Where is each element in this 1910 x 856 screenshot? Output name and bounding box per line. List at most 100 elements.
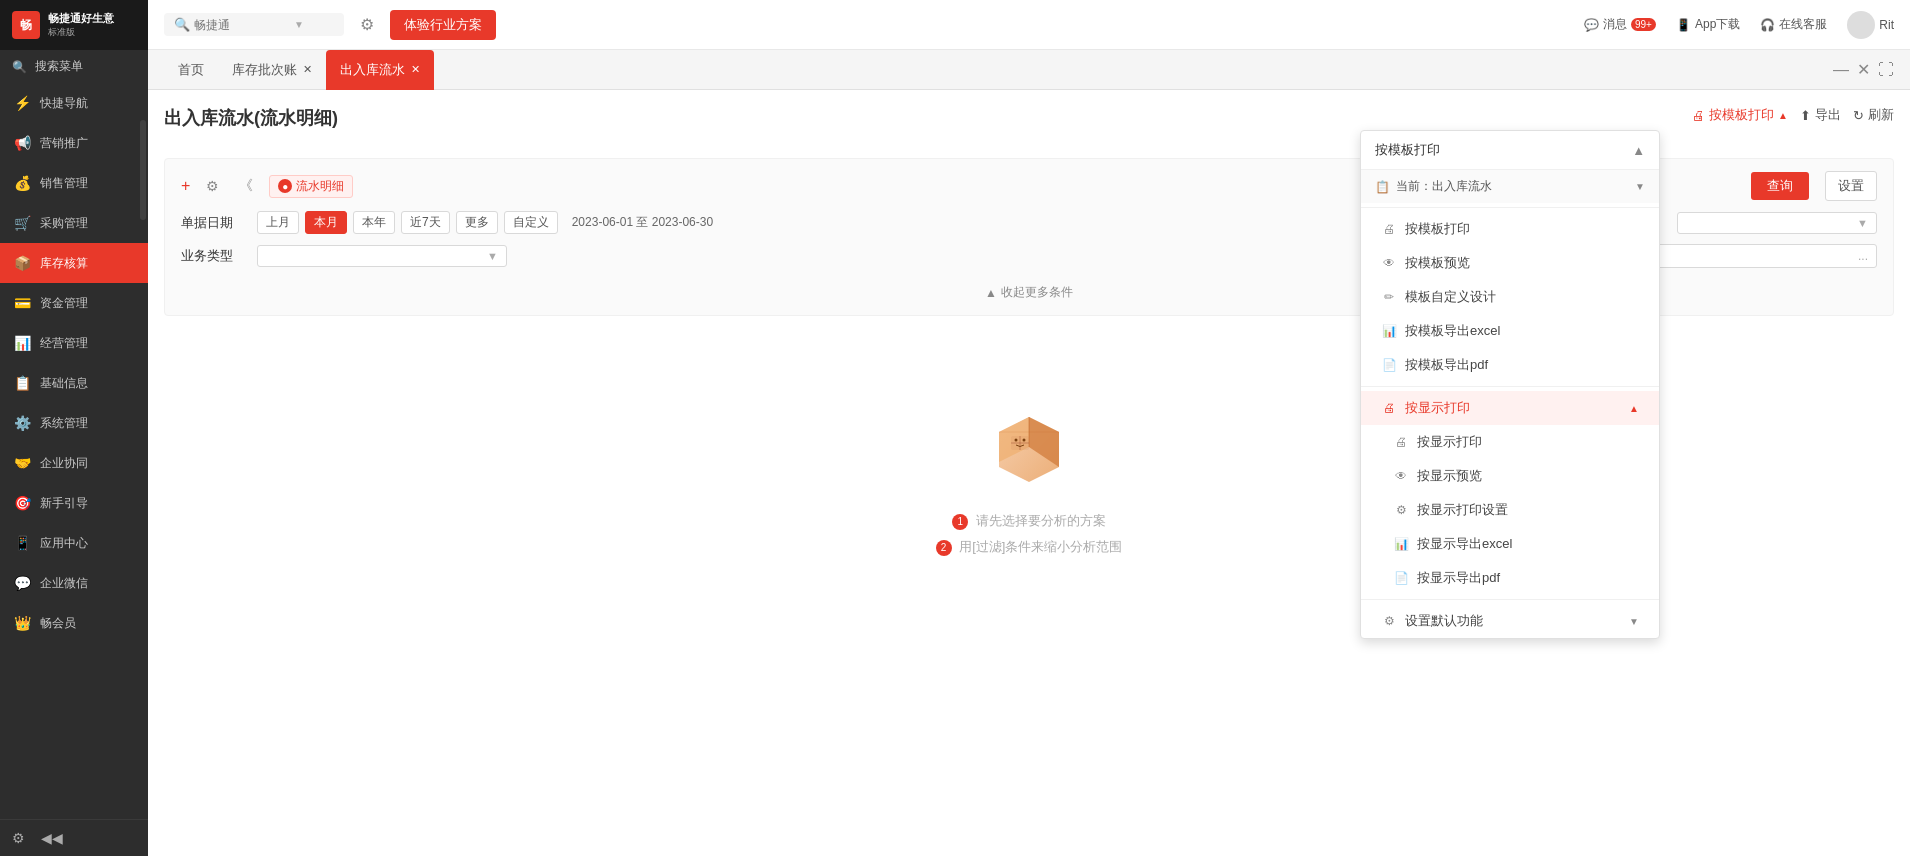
date-range-display: 2023-06-01 至 2023-06-30 — [572, 214, 713, 231]
sidebar-item-operation[interactable]: 📊 经营管理 — [0, 323, 148, 363]
message-button[interactable]: 💬 消息 99+ — [1584, 16, 1656, 33]
sidebar-item-inventory[interactable]: 📦 库存核算 — [0, 243, 148, 283]
filter-collapse-button[interactable]: 《 — [239, 177, 253, 195]
business-type-select[interactable]: ▼ — [257, 245, 507, 267]
sidebar-item-basic-info[interactable]: 📋 基础信息 — [0, 363, 148, 403]
sidebar: 畅 畅捷通好生意 标准版 🔍 搜索菜单 ⚡ 快捷导航 📢 营销推广 💰 销售管理… — [0, 0, 148, 856]
tab-home[interactable]: 首页 — [164, 50, 218, 90]
quick-nav-icon: ⚡ — [12, 93, 32, 113]
online-service-button[interactable]: 🎧 在线客服 — [1760, 16, 1827, 33]
search-menu-item[interactable]: 🔍 搜索菜单 — [0, 50, 148, 83]
dropdown-item-template-custom[interactable]: ✏ 模板自定义设计 — [1361, 280, 1659, 314]
guide-icon: 🎯 — [12, 493, 32, 513]
message-badge: 99+ — [1631, 18, 1656, 31]
header-search-box[interactable]: 🔍 ▼ — [164, 13, 344, 36]
close-inventory-batch-tab[interactable]: ✕ — [303, 63, 312, 76]
dropdown-item-template-print[interactable]: 🖨 按模板打印 — [1361, 212, 1659, 246]
dropdown-item-display-pdf[interactable]: 📄 按显示导出pdf — [1361, 561, 1659, 595]
dropdown-close-icon[interactable]: ▲ — [1632, 143, 1645, 158]
date-btn-custom[interactable]: 自定义 — [504, 211, 558, 234]
export-icon: ⬆ — [1800, 108, 1811, 123]
date-btn-this-year[interactable]: 本年 — [353, 211, 395, 234]
close-window-icon[interactable]: ✕ — [1857, 60, 1870, 79]
member-icon: 👑 — [12, 613, 32, 633]
basic-info-icon: 📋 — [12, 373, 32, 393]
maximize-window-icon[interactable]: ⛶ — [1878, 61, 1894, 79]
sidebar-item-marketing[interactable]: 📢 营销推广 — [0, 123, 148, 163]
sidebar-item-system[interactable]: ⚙️ 系统管理 — [0, 403, 148, 443]
purchase-icon: 🛒 — [12, 213, 32, 233]
app-download-button[interactable]: 📱 App下载 — [1676, 16, 1740, 33]
display-preview-icon: 👁 — [1393, 468, 1409, 484]
sidebar-item-finance[interactable]: 💳 资金管理 — [0, 283, 148, 323]
settings-icon[interactable]: ⚙ — [12, 830, 25, 846]
date-btn-more[interactable]: 更多 — [456, 211, 498, 234]
gear-settings-icon[interactable]: ⚙ — [360, 15, 374, 34]
template-custom-icon: ✏ — [1381, 289, 1397, 305]
business-type-label: 业务类型 — [181, 247, 241, 265]
filter-setting-button[interactable]: ⚙ — [206, 178, 219, 194]
doc-type-select[interactable]: ▼ — [1677, 212, 1877, 234]
tab-inventory-batch[interactable]: 库存批次账 ✕ — [218, 50, 326, 90]
date-btn-last-month[interactable]: 上月 — [257, 211, 299, 234]
settings-button[interactable]: 设置 — [1825, 171, 1877, 201]
print-icon: 🖨 — [1692, 108, 1705, 123]
sales-icon: 💰 — [12, 173, 32, 193]
close-inventory-flow-tab[interactable]: ✕ — [411, 63, 420, 76]
wechat-icon: 💬 — [12, 573, 32, 593]
sidebar-item-cooperation[interactable]: 🤝 企业协同 — [0, 443, 148, 483]
display-print-icon: 🖨 — [1393, 434, 1409, 450]
query-button[interactable]: 查询 — [1751, 172, 1809, 200]
sidebar-item-quick-nav[interactable]: ⚡ 快捷导航 — [0, 83, 148, 123]
operation-icon: 📊 — [12, 333, 32, 353]
app-center-icon: 📱 — [12, 533, 32, 553]
collapse-filter-button[interactable]: ▲ 收起更多条件 — [985, 284, 1073, 301]
message-icon: 💬 — [1584, 18, 1599, 32]
empty-text: 1 请先选择要分析的方案 2 用[过滤]条件来缩小分析范围 — [936, 508, 1123, 560]
toolbar: 🖨 按模板打印 ▲ ⬆ 导出 ↻ 刷新 — [1692, 106, 1894, 124]
logo-text: 畅捷通好生意 标准版 — [48, 11, 114, 39]
dropdown-item-display-preview[interactable]: 👁 按显示预览 — [1361, 459, 1659, 493]
refresh-button[interactable]: ↻ 刷新 — [1853, 106, 1894, 124]
dropdown-item-template-excel[interactable]: 📊 按模板导出excel — [1361, 314, 1659, 348]
tab-inventory-flow[interactable]: 出入库流水 ✕ — [326, 50, 434, 90]
sidebar-item-purchase[interactable]: 🛒 采购管理 — [0, 203, 148, 243]
sidebar-item-member[interactable]: 👑 畅会员 — [0, 603, 148, 643]
cooperation-icon: 🤝 — [12, 453, 32, 473]
dropdown-item-display-print-settings[interactable]: ⚙ 按显示打印设置 — [1361, 493, 1659, 527]
sidebar-bottom: ⚙ ◀◀ — [0, 819, 148, 856]
date-btn-this-month[interactable]: 本月 — [305, 211, 347, 234]
warehouse-more-icon[interactable]: ... — [1858, 249, 1868, 263]
dropdown-item-display-print[interactable]: 🖨 按显示打印 — [1361, 425, 1659, 459]
filter-add-button[interactable]: + — [181, 177, 190, 195]
svg-point-9 — [1023, 439, 1026, 442]
user-avatar — [1847, 11, 1875, 39]
user-profile-button[interactable]: Rit — [1847, 11, 1894, 39]
inventory-icon: 📦 — [12, 253, 32, 273]
dropdown-item-template-pdf[interactable]: 📄 按模板导出pdf — [1361, 348, 1659, 382]
dropdown-item-template-preview[interactable]: 👁 按模板预览 — [1361, 246, 1659, 280]
print-template-button[interactable]: 🖨 按模板打印 ▲ — [1692, 106, 1788, 124]
header: 🔍 ▼ ⚙ 体验行业方案 💬 消息 99+ 📱 App下载 🎧 在线客服 — [148, 0, 1910, 50]
export-button[interactable]: ⬆ 导出 — [1800, 106, 1841, 124]
collapse-sidebar-icon[interactable]: ◀◀ — [41, 830, 63, 846]
sidebar-item-guide[interactable]: 🎯 新手引导 — [0, 483, 148, 523]
sidebar-item-app-center[interactable]: 📱 应用中心 — [0, 523, 148, 563]
dropdown-current: 📋 当前：出入库流水 ▼ — [1361, 170, 1659, 203]
sidebar-logo: 畅 畅捷通好生意 标准版 — [0, 0, 148, 50]
dropdown-section-display[interactable]: 🖨 按显示打印 ▲ — [1361, 391, 1659, 425]
sidebar-item-sales[interactable]: 💰 销售管理 — [0, 163, 148, 203]
industry-solution-button[interactable]: 体验行业方案 — [390, 10, 496, 40]
dropdown-item-default-func[interactable]: ⚙ 设置默认功能 ▼ — [1361, 604, 1659, 638]
date-btn-7days[interactable]: 近7天 — [401, 211, 450, 234]
default-func-expand-icon[interactable]: ▼ — [1629, 616, 1639, 627]
current-expand-icon[interactable]: ▼ — [1635, 181, 1645, 192]
collapse-up-icon: ▲ — [985, 286, 997, 300]
dropdown-item-display-excel[interactable]: 📊 按显示导出excel — [1361, 527, 1659, 561]
minimize-window-icon[interactable]: — — [1833, 61, 1849, 79]
sidebar-item-wechat[interactable]: 💬 企业微信 — [0, 563, 148, 603]
empty-illustration — [979, 392, 1079, 492]
template-print-icon: 🖨 — [1381, 221, 1397, 237]
header-search-input[interactable] — [194, 18, 294, 32]
display-section-collapse-icon[interactable]: ▲ — [1629, 403, 1639, 414]
